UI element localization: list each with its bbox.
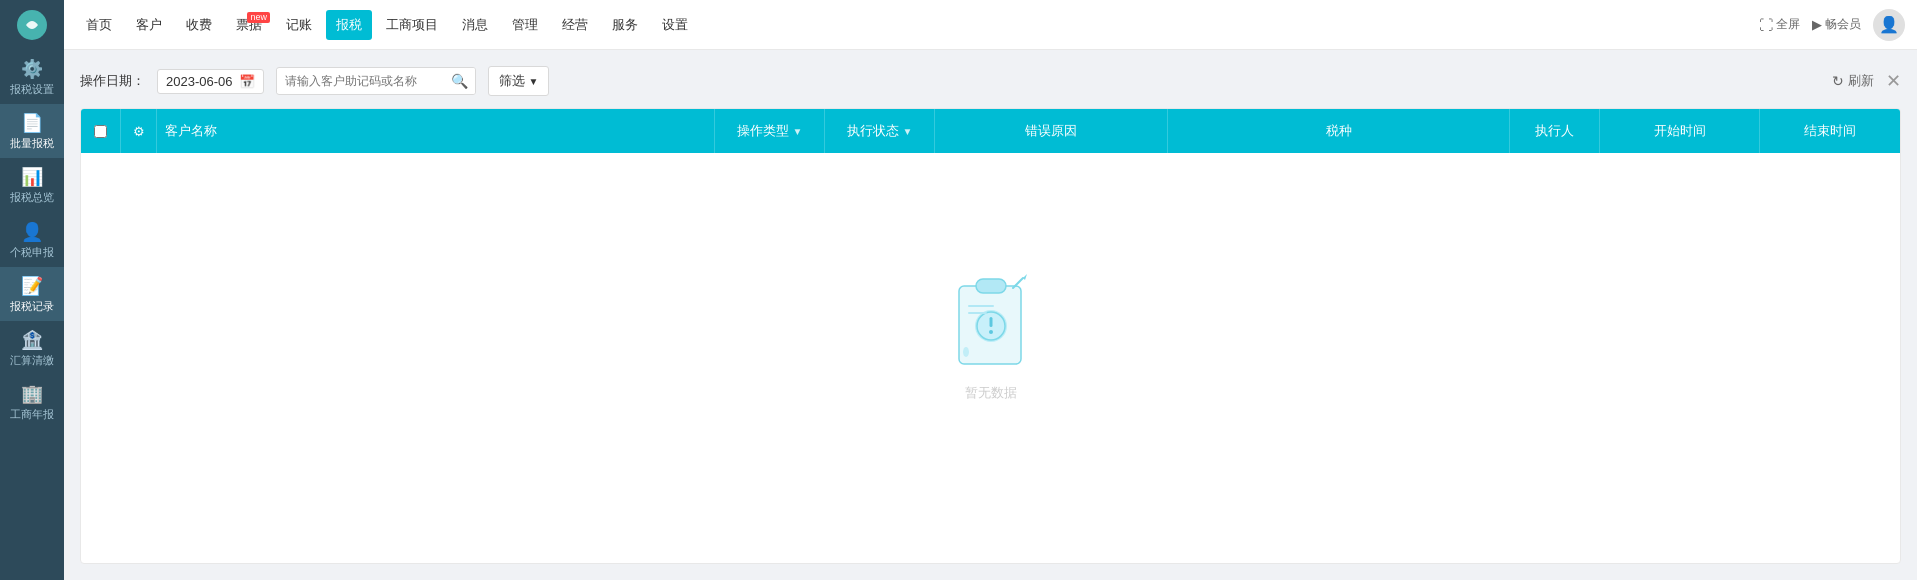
calendar-icon: 📅 (239, 74, 255, 89)
empty-text: 暂无数据 (965, 384, 1017, 402)
nav-guanli[interactable]: 管理 (502, 10, 548, 40)
nav-xiaoxi[interactable]: 消息 (452, 10, 498, 40)
table-header: ⚙ 客户名称 操作类型 ▼ 执行状态 ▼ 错误原因 税种 (81, 109, 1900, 153)
sidebar-item-geshuishenbao-label: 个税申报 (10, 246, 54, 259)
nav-baoshui[interactable]: 报税 (326, 10, 372, 40)
topnav: 首页 客户 收费 票据 new 记账 报税 工商项目 消息 管理 经营 服务 设… (64, 0, 1917, 50)
refresh-button[interactable]: ↻ 刷新 (1832, 72, 1874, 90)
topnav-right: ⛶ 全屏 ▶ 畅会员 👤 (1759, 9, 1905, 41)
close-button[interactable]: ✕ (1886, 72, 1901, 90)
sidebar-item-baoshuishezhi-label: 报税设置 (10, 83, 54, 96)
th-checkbox[interactable] (81, 109, 121, 153)
svg-rect-2 (976, 279, 1006, 293)
nav-piao[interactable]: 票据 new (226, 10, 272, 40)
filter-label: 筛选 (499, 72, 525, 90)
empty-illustration: 暂无数据 (941, 264, 1041, 402)
sidebar-item-huisuanqingshu-label: 汇算清缴 (10, 354, 54, 367)
search-button[interactable]: 🔍 (443, 68, 476, 94)
gear-icon: ⚙ (133, 124, 145, 139)
filter-chevron-icon: ▼ (529, 76, 539, 87)
sidebar-item-gongshangnianba[interactable]: 🏢 工商年报 (0, 375, 64, 429)
geshuishenbao-icon: 👤 (21, 221, 43, 243)
member-btn[interactable]: ▶ 畅会员 (1812, 16, 1861, 33)
sidebar-item-baoshuishezhi[interactable]: ⚙️ 报税设置 (0, 50, 64, 104)
sidebar-item-gongshangnianba-label: 工商年报 (10, 408, 54, 421)
nav-shezhi[interactable]: 设置 (652, 10, 698, 40)
date-label: 操作日期： (80, 72, 145, 90)
piliangshuibao-icon: 📄 (21, 112, 43, 134)
filter-button[interactable]: 筛选 ▼ (488, 66, 550, 96)
svg-rect-5 (989, 317, 992, 327)
nav-shouye[interactable]: 首页 (76, 10, 122, 40)
sidebar-item-baoshuijilu[interactable]: 📝 报税记录 (0, 267, 64, 321)
th-errorreason: 错误原因 (935, 109, 1168, 153)
content-area: 操作日期： 2023-06-06 📅 🔍 筛选 ▼ ↻ 刷新 ✕ (64, 50, 1917, 580)
sidebar-item-baoshuizonglan-label: 报税总览 (10, 191, 54, 204)
piao-badge: new (247, 12, 270, 23)
fullscreen-btn[interactable]: ⛶ 全屏 (1759, 16, 1800, 33)
nav-gongshangxiangmu[interactable]: 工商项目 (376, 10, 448, 40)
baoshuijilu-icon: 📝 (21, 275, 43, 297)
avatar-icon: 👤 (1879, 15, 1899, 34)
toolbar-right: ↻ 刷新 ✕ (1832, 72, 1901, 90)
svg-marker-10 (1023, 274, 1027, 280)
th-taxtype: 税种 (1168, 109, 1510, 153)
table-body: 暂无数据 (81, 153, 1900, 513)
main-container: 首页 客户 收费 票据 new 记账 报税 工商项目 消息 管理 经营 服务 设… (64, 0, 1917, 580)
nav-jizhang[interactable]: 记账 (276, 10, 322, 40)
nav-fuwu[interactable]: 服务 (602, 10, 648, 40)
baoshuizonglan-icon: 📊 (21, 166, 43, 188)
huisuanqingshu-icon: 🏦 (21, 329, 43, 351)
nav-jingying[interactable]: 经营 (552, 10, 598, 40)
sidebar-item-geshuishenbao[interactable]: 👤 个税申报 (0, 213, 64, 267)
nav-shoufei[interactable]: 收费 (176, 10, 222, 40)
logo[interactable] (0, 0, 64, 50)
sidebar-item-piliangshuibao[interactable]: 📄 批量报税 (0, 104, 64, 158)
nav-kehu[interactable]: 客户 (126, 10, 172, 40)
th-optype[interactable]: 操作类型 ▼ (715, 109, 825, 153)
toolbar: 操作日期： 2023-06-06 📅 🔍 筛选 ▼ ↻ 刷新 ✕ (80, 66, 1901, 96)
optype-sort-icon: ▼ (793, 126, 803, 137)
svg-point-6 (989, 330, 993, 334)
th-endtime: 结束时间 (1760, 109, 1900, 153)
member-icon: ▶ (1812, 17, 1822, 32)
fullscreen-icon: ⛶ (1759, 17, 1773, 33)
gongshangnianba-icon: 🏢 (21, 383, 43, 405)
refresh-icon: ↻ (1832, 73, 1844, 89)
svg-point-11 (963, 347, 969, 357)
select-all-checkbox[interactable] (94, 125, 107, 138)
th-customer: 客户名称 (157, 109, 715, 153)
status-sort-icon: ▼ (903, 126, 913, 137)
th-executor: 执行人 (1510, 109, 1600, 153)
user-avatar[interactable]: 👤 (1873, 9, 1905, 41)
date-value: 2023-06-06 (166, 74, 233, 89)
table-container: ⚙ 客户名称 操作类型 ▼ 执行状态 ▼ 错误原因 税种 (80, 108, 1901, 564)
th-status[interactable]: 执行状态 ▼ (825, 109, 935, 153)
search-input[interactable] (277, 69, 443, 93)
sidebar-item-baoshuijilu-label: 报税记录 (10, 300, 54, 313)
baoshuishezhi-icon: ⚙️ (21, 58, 43, 80)
search-box: 🔍 (276, 67, 476, 95)
th-gear[interactable]: ⚙ (121, 109, 157, 153)
th-starttime: 开始时间 (1600, 109, 1760, 153)
date-picker[interactable]: 2023-06-06 📅 (157, 69, 264, 94)
sidebar-item-huisuanqingshu[interactable]: 🏦 汇算清缴 (0, 321, 64, 375)
sidebar: ⚙️ 报税设置 📄 批量报税 📊 报税总览 👤 个税申报 📝 报税记录 🏦 汇算… (0, 0, 64, 580)
sidebar-item-piliangshuibao-label: 批量报税 (10, 137, 54, 150)
sidebar-item-baoshuizonglan[interactable]: 📊 报税总览 (0, 158, 64, 212)
